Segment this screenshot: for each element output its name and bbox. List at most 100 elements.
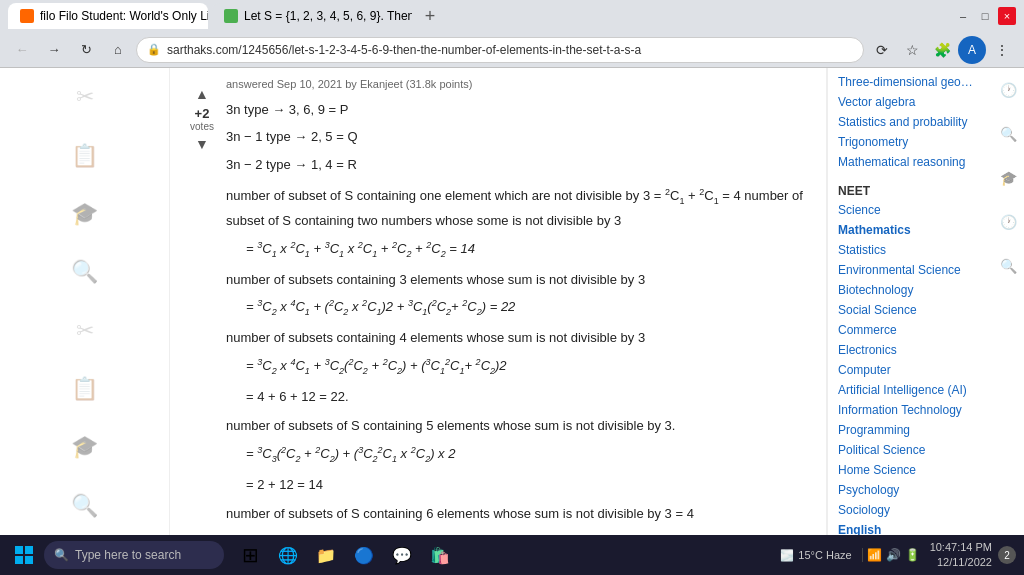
math-line-5: = 3C1 x 2C1 + 3C1 x 2C1 + 2C2 + 2C2 = 14 — [226, 237, 806, 262]
vote-down-button[interactable]: ▼ — [190, 132, 214, 156]
content-area: ✂ 📋 🎓 🔍 ✂ 📋 🎓 🔍 ▲ +2 votes ▼ answered — [0, 68, 1024, 535]
start-button[interactable] — [8, 539, 40, 571]
sidebar-cat-home-science[interactable]: Home Science — [828, 460, 992, 480]
taskbar-app-task-view[interactable]: ⊞ — [232, 537, 268, 573]
math-line-11: number of subsets of S containing 5 elem… — [226, 414, 806, 437]
forward-button[interactable]: → — [40, 36, 68, 64]
svg-rect-0 — [15, 546, 23, 554]
tab-1-favicon — [20, 9, 34, 23]
back-button[interactable]: ← — [8, 36, 36, 64]
deco-icon-5: ✂ — [65, 312, 105, 350]
deco-icon-8: 🔍 — [65, 487, 105, 525]
window-controls: – □ × — [954, 7, 1016, 25]
taskbar-right: 🌫️ 15°C Haze 📶 🔊 🔋 10:47:14 PM 12/11/202… — [780, 540, 1016, 571]
math-line-6: number of subsets containing 3 elements … — [226, 268, 806, 291]
math-line-12: = 3C3(2C2 + 2C2) + (3C22C1 x 2C2) x 2 — [226, 442, 806, 467]
tab-1[interactable]: filo Filo Student: World's Only Li... × — [8, 3, 208, 29]
tab-2-favicon — [224, 9, 238, 23]
taskbar: 🔍 Type here to search ⊞ 🌐 📁 🔵 💬 🛍️ 🌫️ 15… — [0, 535, 1024, 575]
taskbar-app-chrome[interactable]: 🔵 — [346, 537, 382, 573]
tab-1-label: filo Filo Student: World's Only Li... — [40, 9, 208, 23]
sidebar-cat-computer[interactable]: Computer — [828, 360, 992, 380]
sidebar-cat-vector[interactable]: Vector algebra — [828, 92, 992, 112]
deco-icon-1: ✂ — [65, 78, 105, 116]
math-line-8: number of subsets containing 4 elements … — [226, 326, 806, 349]
tab-2-label: Let S = {1, 2, 3, 4, 5, 6, 9}. Then t... — [244, 9, 412, 23]
sidebar-cat-math-reasoning[interactable]: Mathematical reasoning — [828, 152, 992, 172]
sidebar-cat-3d-geometry[interactable]: Three-dimensional geometry — [828, 72, 992, 92]
weather-text: 15°C Haze — [798, 549, 851, 561]
math-content: 3n type → 3, 6, 9 = P 3n − 1 type → 2, 5… — [226, 98, 806, 535]
taskbar-weather[interactable]: 🌫️ 15°C Haze — [780, 549, 851, 562]
minimize-button[interactable]: – — [954, 7, 972, 25]
rdeco-icon-5: 🔍 — [996, 254, 1020, 278]
title-bar: filo Filo Student: World's Only Li... × … — [0, 0, 1024, 32]
taskbar-app-edge[interactable]: 🌐 — [270, 537, 306, 573]
article-area: ▲ +2 votes ▼ answered Sep 10, 2021 by Ek… — [170, 68, 827, 535]
taskbar-app-store[interactable]: 🛍️ — [422, 537, 458, 573]
reload-icon[interactable]: ⟳ — [868, 36, 896, 64]
profile-icon[interactable]: A — [958, 36, 986, 64]
address-bar[interactable]: 🔒 sarthaks.com/1245656/let-s-1-2-3-4-5-6… — [136, 37, 864, 63]
sidebar-cat-english[interactable]: English — [828, 520, 992, 535]
taskbar-apps: ⊞ 🌐 📁 🔵 💬 🛍️ — [232, 537, 458, 573]
taskbar-app-whatsapp[interactable]: 💬 — [384, 537, 420, 573]
sidebar-cat-social[interactable]: Social Science — [828, 300, 992, 320]
answer-meta: answered Sep 10, 2021 by Ekanjeet (31.8k… — [226, 78, 806, 90]
url-text: sarthaks.com/1245656/let-s-1-2-3-4-5-6-9… — [167, 43, 853, 57]
taskbar-app-explorer[interactable]: 📁 — [308, 537, 344, 573]
sidebar-cat-statistics[interactable]: Statistics — [828, 240, 992, 260]
deco-icon-7: 🎓 — [65, 428, 105, 466]
home-button[interactable]: ⌂ — [104, 36, 132, 64]
weather-icon: 🌫️ — [780, 549, 794, 562]
network-icon[interactable]: 📶 — [867, 548, 882, 562]
sidebar-cat-stats-prob[interactable]: Statistics and probability — [828, 112, 992, 132]
notification-badge[interactable]: 2 — [998, 546, 1016, 564]
vote-up-button[interactable]: ▲ — [190, 82, 214, 106]
sidebar-cat-env-science[interactable]: Environmental Science — [828, 260, 992, 280]
sidebar-cat-programming[interactable]: Programming — [828, 420, 992, 440]
maximize-button[interactable]: □ — [976, 7, 994, 25]
extensions-icon[interactable]: 🧩 — [928, 36, 956, 64]
right-decoration: 🕐 🔍 🎓 🕐 🔍 — [992, 68, 1024, 535]
sidebar-cat-electronics[interactable]: Electronics — [828, 340, 992, 360]
refresh-button[interactable]: ↻ — [72, 36, 100, 64]
rdeco-icon-2: 🔍 — [996, 122, 1020, 146]
math-line-2: 3n − 1 type → 2, 5 = Q — [226, 125, 806, 148]
math-line-7: = 3C2 x 4C1 + (2C2 x 2C1)2 + 3C1(2C2+ 2C… — [226, 295, 806, 320]
star-icon[interactable]: ☆ — [898, 36, 926, 64]
taskbar-search-icon: 🔍 — [54, 548, 69, 562]
taskbar-sys-icons: 📶 🔊 🔋 — [862, 548, 924, 562]
sidebar-cat-mathematics[interactable]: Mathematics — [828, 220, 992, 240]
svg-rect-2 — [15, 556, 23, 564]
sidebar-cat-ai[interactable]: Artificial Intelligence (AI) — [828, 380, 992, 400]
deco-icon-3: 🎓 — [65, 195, 105, 233]
nav-bar: ← → ↻ ⌂ 🔒 sarthaks.com/1245656/let-s-1-2… — [0, 32, 1024, 68]
taskbar-clock[interactable]: 10:47:14 PM 12/11/2022 — [930, 540, 992, 571]
sidebar-cat-sociology[interactable]: Sociology — [828, 500, 992, 520]
svg-rect-3 — [25, 556, 33, 564]
taskbar-search-text: Type here to search — [75, 548, 181, 562]
sidebar-cat-it[interactable]: Information Technology — [828, 400, 992, 420]
tab-2[interactable]: Let S = {1, 2, 3, 4, 5, 6, 9}. Then t...… — [212, 3, 412, 29]
sidebar-cat-trig[interactable]: Trigonometry — [828, 132, 992, 152]
vote-label: votes — [190, 121, 214, 132]
rdeco-icon-3: 🎓 — [996, 166, 1020, 190]
rdeco-icon-4: 🕐 — [996, 210, 1020, 234]
sidebar-cat-commerce[interactable]: Commerce — [828, 320, 992, 340]
taskbar-search-bar[interactable]: 🔍 Type here to search — [44, 541, 224, 569]
battery-icon[interactable]: 🔋 — [905, 548, 920, 562]
clock-date: 12/11/2022 — [930, 555, 992, 570]
volume-icon[interactable]: 🔊 — [886, 548, 901, 562]
menu-icon[interactable]: ⋮ — [988, 36, 1016, 64]
sidebar-cat-science[interactable]: Science — [828, 200, 992, 220]
sidebar-cat-polsci[interactable]: Political Science — [828, 440, 992, 460]
sidebar-cat-psychology[interactable]: Psychology — [828, 480, 992, 500]
sidebar-cat-biotech[interactable]: Biotechnology — [828, 280, 992, 300]
browser-frame: filo Filo Student: World's Only Li... × … — [0, 0, 1024, 575]
math-line-9: = 3C2 x 4C1 + 3C2(2C2 + 2C2) + (3C12C1+ … — [226, 354, 806, 379]
close-button[interactable]: × — [998, 7, 1016, 25]
answer-meta-text: answered Sep 10, 2021 by Ekanjeet (31.8k… — [226, 78, 472, 90]
deco-icon-6: 📋 — [65, 370, 105, 408]
new-tab-button[interactable]: + — [416, 2, 444, 30]
